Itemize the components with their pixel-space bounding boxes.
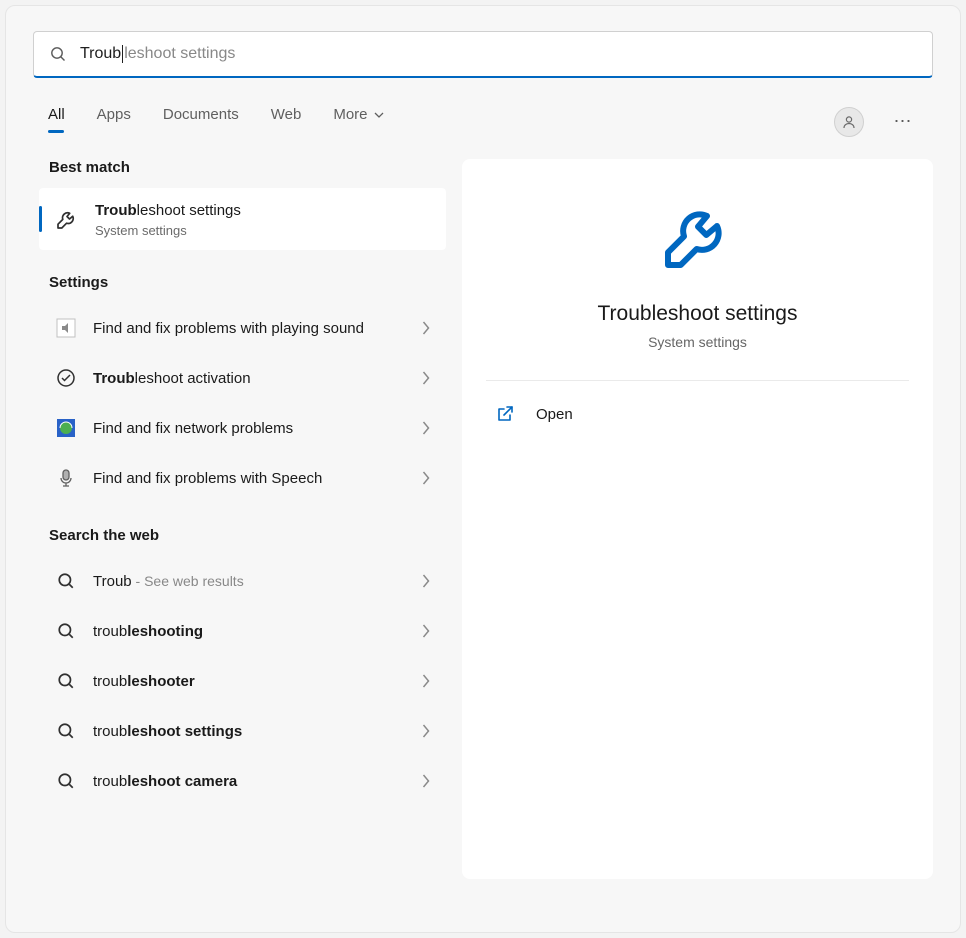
search-scope-tabs: All Apps Documents Web More: [48, 106, 384, 137]
search-text: Troubleshoot settings: [80, 45, 235, 63]
check-circle-icon: [55, 367, 77, 389]
chevron-right-icon: [422, 624, 430, 638]
prefix-part: troub: [93, 673, 127, 690]
search-suggestion-text: leshoot settings: [124, 45, 235, 62]
open-action[interactable]: Open: [486, 381, 909, 447]
best-match-rest: leshoot settings: [137, 202, 241, 219]
tab-more[interactable]: More: [333, 106, 383, 137]
account-avatar-button[interactable]: [834, 107, 864, 137]
list-item-label: Troub - See web results: [93, 571, 406, 592]
search-icon: [55, 670, 77, 692]
list-item-label: Find and fix problems with playing sound: [93, 318, 406, 339]
person-icon: [842, 115, 856, 129]
section-settings-header: Settings: [39, 274, 446, 303]
wrench-icon: [658, 195, 738, 280]
bold-part: leshooting: [127, 623, 203, 640]
more-options-button[interactable]: ⋯: [888, 107, 918, 137]
settings-result-speech[interactable]: Find and fix problems with Speech: [39, 453, 446, 503]
chevron-right-icon: [422, 724, 430, 738]
web-result-see-results[interactable]: Troub - See web results: [39, 556, 446, 606]
query-part: Troub: [93, 573, 132, 590]
chevron-right-icon: [422, 471, 430, 485]
rest-part: leshoot activation: [135, 370, 251, 387]
web-result-troubleshooting[interactable]: troubleshooting: [39, 606, 446, 656]
best-match-title: Troubleshoot settings: [95, 200, 241, 221]
microphone-icon: [55, 467, 77, 489]
prefix-part: troub: [93, 623, 127, 640]
wrench-icon: [55, 207, 79, 231]
open-label: Open: [536, 406, 573, 423]
settings-result-network[interactable]: Find and fix network problems: [39, 403, 446, 453]
search-region: Troubleshoot settings: [6, 6, 960, 78]
web-result-troubleshoot-camera[interactable]: troubleshoot camera: [39, 756, 446, 806]
list-item-label: Find and fix network problems: [93, 418, 406, 439]
chevron-down-icon: [374, 112, 384, 118]
tab-apps[interactable]: Apps: [97, 106, 131, 137]
search-typed-text: Troub: [80, 45, 121, 62]
details-header: Troubleshoot settings System settings: [486, 195, 909, 381]
chevron-right-icon: [422, 371, 430, 385]
chevron-right-icon: [422, 421, 430, 435]
tab-more-label: More: [333, 106, 367, 123]
tab-documents[interactable]: Documents: [163, 106, 239, 137]
settings-result-activation[interactable]: Troubleshoot activation: [39, 353, 446, 403]
best-match-result[interactable]: Troubleshoot settings System settings: [39, 188, 446, 250]
tab-all[interactable]: All: [48, 106, 65, 137]
list-item-label: Troubleshoot activation: [93, 368, 406, 389]
chevron-right-icon: [422, 321, 430, 335]
best-match-subtitle: System settings: [95, 223, 241, 238]
sound-troubleshoot-icon: [55, 317, 77, 339]
chevron-right-icon: [422, 674, 430, 688]
bold-part: leshoot settings: [127, 723, 242, 740]
open-external-icon: [496, 405, 514, 423]
prefix-part: troub: [93, 773, 127, 790]
chevron-right-icon: [422, 574, 430, 588]
bold-part: Troub: [93, 370, 135, 387]
prefix-part: troub: [93, 723, 127, 740]
best-match-bold: Troub: [95, 202, 137, 219]
search-panel: Troubleshoot settings All Apps Documents…: [5, 5, 961, 933]
list-item-label: troubleshooter: [93, 671, 406, 692]
details-subtitle: System settings: [648, 334, 747, 350]
search-input[interactable]: Troubleshoot settings: [33, 31, 933, 78]
bold-part: leshoot camera: [127, 773, 237, 790]
results-column: Best match Troubleshoot settings System …: [39, 159, 446, 879]
details-column: Troubleshoot settings System settings Op…: [462, 159, 933, 879]
chevron-right-icon: [422, 774, 430, 788]
section-web-header: Search the web: [39, 527, 446, 556]
tabs-row: All Apps Documents Web More ⋯: [6, 106, 960, 137]
details-card: Troubleshoot settings System settings Op…: [462, 159, 933, 879]
list-item-label: troubleshooting: [93, 621, 406, 642]
list-item-label: troubleshoot camera: [93, 771, 406, 792]
web-result-troubleshooter[interactable]: troubleshooter: [39, 656, 446, 706]
settings-result-playing-sound[interactable]: Find and fix problems with playing sound: [39, 303, 446, 353]
network-globe-icon: [55, 417, 77, 439]
search-icon: [55, 720, 77, 742]
section-best-match-header: Best match: [39, 159, 446, 188]
details-title: Troubleshoot settings: [597, 302, 797, 326]
list-item-label: troubleshoot settings: [93, 721, 406, 742]
search-icon: [50, 46, 66, 62]
search-icon: [55, 770, 77, 792]
bold-part: leshooter: [127, 673, 195, 690]
search-icon: [55, 570, 77, 592]
suffix-part: - See web results: [132, 573, 244, 589]
web-result-troubleshoot-settings[interactable]: troubleshoot settings: [39, 706, 446, 756]
search-icon: [55, 620, 77, 642]
list-item-label: Find and fix problems with Speech: [93, 468, 406, 489]
tab-web[interactable]: Web: [271, 106, 302, 137]
